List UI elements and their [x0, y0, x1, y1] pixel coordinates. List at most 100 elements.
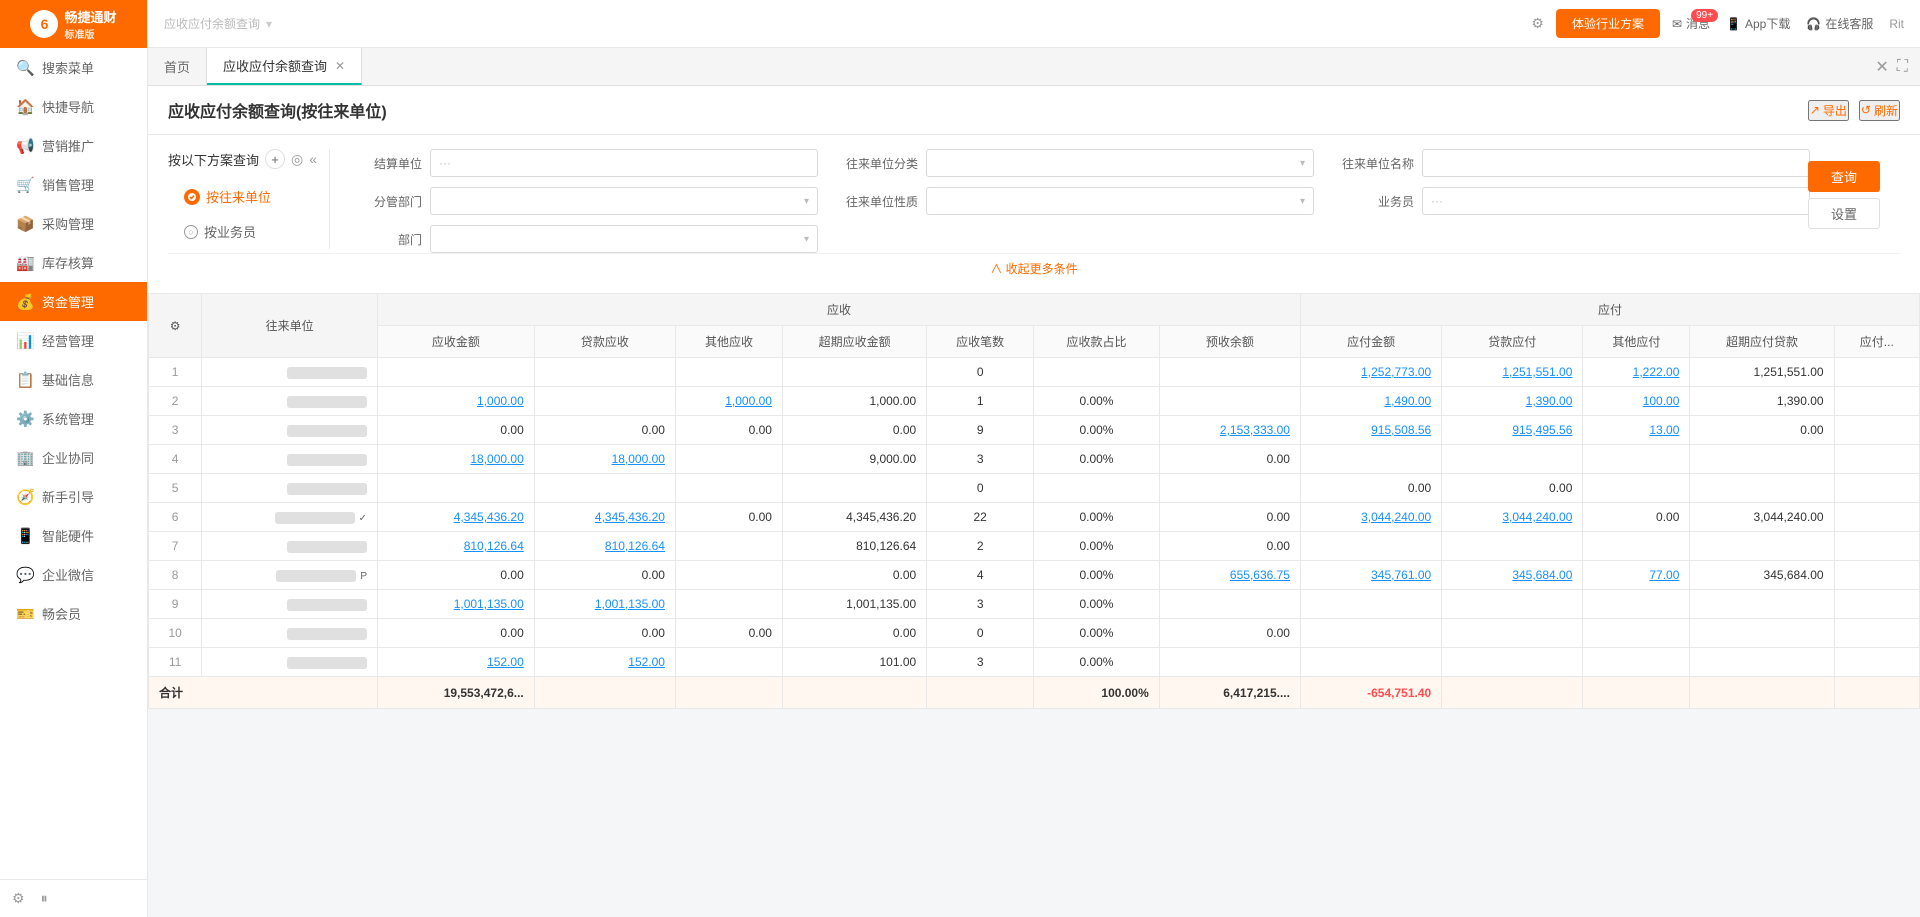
filter-dept: 分管部门 ▾ [342, 187, 818, 215]
tab-bar: 首页 应收应付余额查询 ✕ ✕ ⛶ [148, 48, 1920, 86]
sidebar-item-label: 库存核算 [42, 253, 94, 272]
tab-close-icon[interactable]: ✕ [335, 59, 345, 73]
table-footer-row: 合计 19,553,472,6... 100.00% 6,417,215....… [149, 677, 1920, 709]
message-button[interactable]: ✉ 消息 99+ [1672, 15, 1710, 32]
scheme-expand-icon[interactable]: « [309, 151, 317, 167]
sidebar-item-label: 企业微信 [42, 565, 94, 584]
search-icon: 🔍 [16, 59, 34, 77]
sidebar-item-label: 畅会员 [42, 604, 81, 623]
tab-home[interactable]: 首页 [148, 48, 207, 85]
promo-button[interactable]: 体验行业方案 [1556, 9, 1660, 38]
sidebar-item-finance[interactable]: 💰 资金管理 [0, 282, 147, 321]
table-row: 100.000.000.000.0000.00%0.00 [149, 619, 1920, 648]
sidebar-item-label: 快捷导航 [42, 97, 94, 116]
chevron-down-icon: ▾ [804, 234, 809, 245]
filter-input-dept[interactable]: ▾ [430, 187, 818, 215]
filter-label: 分管部门 [342, 193, 422, 210]
export-button[interactable]: ↗ 导出 [1808, 100, 1849, 121]
filter-input-category[interactable]: ▾ [926, 149, 1314, 177]
tab-query-label: 应收应付余额查询 [223, 56, 327, 75]
refresh-label: 刷新 [1874, 102, 1898, 119]
settings-button[interactable]: 设置 [1808, 198, 1880, 229]
sidebar-item-ops[interactable]: 📊 经营管理 [0, 321, 147, 360]
footer-ap-rest [1834, 677, 1919, 709]
sidebar-item-member[interactable]: 🎫 畅会员 [0, 594, 147, 633]
col-ar-count: 应收笔数 [927, 326, 1034, 358]
scheme-label: 按以下方案查询 [168, 150, 259, 169]
sidebar-item-purchase[interactable]: 📦 采购管理 [0, 204, 147, 243]
tab-query[interactable]: 应收应付余额查询 ✕ [207, 48, 362, 85]
sidebar-item-label: 经营管理 [42, 331, 94, 350]
footer-ar-overdue [782, 677, 926, 709]
filter-input-salesman[interactable]: ··· [1422, 187, 1810, 215]
footer-ar-count [927, 677, 1034, 709]
logo-title: 畅捷通财 [64, 7, 116, 26]
refresh-button[interactable]: ↺ 刷新 [1859, 100, 1900, 121]
breadcrumb-text: 应收应付余额查询 [164, 15, 260, 32]
sidebar-item-label: 资金管理 [42, 292, 94, 311]
sidebar-item-marketing[interactable]: 📢 营销推广 [0, 126, 147, 165]
partner-cell [202, 416, 378, 445]
header-gear-icon[interactable]: ⚙ [1531, 15, 1544, 32]
service-icon: 🎧 [1806, 17, 1821, 31]
filter-input-department[interactable]: ▾ [430, 225, 818, 253]
sidebar-item-base[interactable]: 📋 基础信息 [0, 360, 147, 399]
query-button[interactable]: 查询 [1808, 161, 1880, 192]
refresh-icon: ↺ [1861, 103, 1871, 117]
collapse-label: 收起更多条件 [1006, 262, 1078, 276]
base-icon: 📋 [16, 371, 34, 389]
sidebar-item-label: 营销推广 [42, 136, 94, 155]
sidebar-settings-icon[interactable]: ⚙ [12, 890, 25, 907]
table-row: 30.000.000.000.0090.00%2,153,333.00915,5… [149, 416, 1920, 445]
page-header: 应收应付余额查询(按往来单位) ↗ 导出 ↺ 刷新 [148, 86, 1920, 135]
footer-ap-loan [1442, 677, 1583, 709]
scheme-nav-partner[interactable]: 按往来单位 [168, 179, 317, 214]
filter-section: 按以下方案查询 + ◎ « 按往来单位 ○ 按业务员 [148, 135, 1920, 293]
app-label: App下载 [1745, 15, 1790, 32]
partner-cell: P [202, 561, 378, 590]
service-button[interactable]: 🎧 在线客服 [1806, 15, 1873, 32]
scheme-dot-partner [184, 189, 200, 205]
sidebar-item-system[interactable]: ⚙️ 系统管理 [0, 399, 147, 438]
filter-input-settlement[interactable]: ··· [430, 149, 818, 177]
scheme-edit-icon[interactable]: ◎ [291, 151, 303, 168]
filter-input-name[interactable] [1422, 149, 1810, 177]
table-partner-header: 往来单位 [202, 294, 378, 358]
sidebar-item-search[interactable]: 🔍 搜索菜单 [0, 48, 147, 87]
chevron-down-icon: ▾ [1300, 158, 1305, 169]
table-wrapper: ⚙ 往来单位 应收 应付 应收金额 贷款应收 其他应收 超期应收金额 应收笔数 … [148, 293, 1920, 709]
sidebar-item-nav[interactable]: 🏠 快捷导航 [0, 87, 147, 126]
collapse-bar[interactable]: ∧ 收起更多条件 [168, 253, 1900, 283]
page-title: 应收应付余额查询(按往来单位) [168, 98, 387, 122]
footer-ar-ratio: 100.00% [1034, 677, 1160, 709]
filter-label: 往来单位名称 [1334, 155, 1414, 172]
tab-home-label: 首页 [164, 57, 190, 76]
scheme-nav-salesman[interactable]: ○ 按业务员 [168, 214, 317, 249]
data-table: ⚙ 往来单位 应收 应付 应收金额 贷款应收 其他应收 超期应收金额 应收笔数 … [148, 293, 1920, 709]
sidebar-collapse-icon[interactable]: ⏸ [41, 890, 48, 907]
hardware-icon: 📱 [16, 527, 34, 545]
header-breadcrumb: 应收应付余额查询 ▾ [164, 15, 1519, 32]
filter-input-nature[interactable]: ▾ [926, 187, 1314, 215]
sidebar-item-inventory[interactable]: 🏭 库存核算 [0, 243, 147, 282]
partner-cell [202, 619, 378, 648]
tab-close-all-icon[interactable]: ✕ [1875, 57, 1888, 77]
tab-fullscreen-icon[interactable]: ⛶ [1897, 58, 1908, 76]
scheme-add-button[interactable]: + [265, 149, 285, 169]
sidebar-item-hardware[interactable]: 📱 智能硬件 [0, 516, 147, 555]
sidebar-item-guide[interactable]: 🧭 新手引导 [0, 477, 147, 516]
sidebar-item-sales[interactable]: 🛒 销售管理 [0, 165, 147, 204]
filter-settlement-unit: 结算单位 ··· [342, 149, 818, 177]
export-label: 导出 [1823, 102, 1847, 119]
table-settings-header[interactable]: ⚙ [149, 294, 202, 358]
col-ap-rest: 应付... [1834, 326, 1919, 358]
sidebar-item-wechat[interactable]: 💬 企业微信 [0, 555, 147, 594]
app-icon: 📱 [1726, 17, 1741, 31]
scheme-nav: 按往来单位 ○ 按业务员 [168, 179, 317, 249]
query-btn-group: 查询 设置 [1808, 161, 1880, 229]
app-download-button[interactable]: 📱 App下载 [1726, 15, 1790, 32]
sales-icon: 🛒 [16, 176, 34, 194]
sidebar-item-corp[interactable]: 🏢 企业协同 [0, 438, 147, 477]
table-row: 21,000.001,000.001,000.0010.00%1,490.001… [149, 387, 1920, 416]
breadcrumb-chevron: ▾ [266, 17, 272, 31]
